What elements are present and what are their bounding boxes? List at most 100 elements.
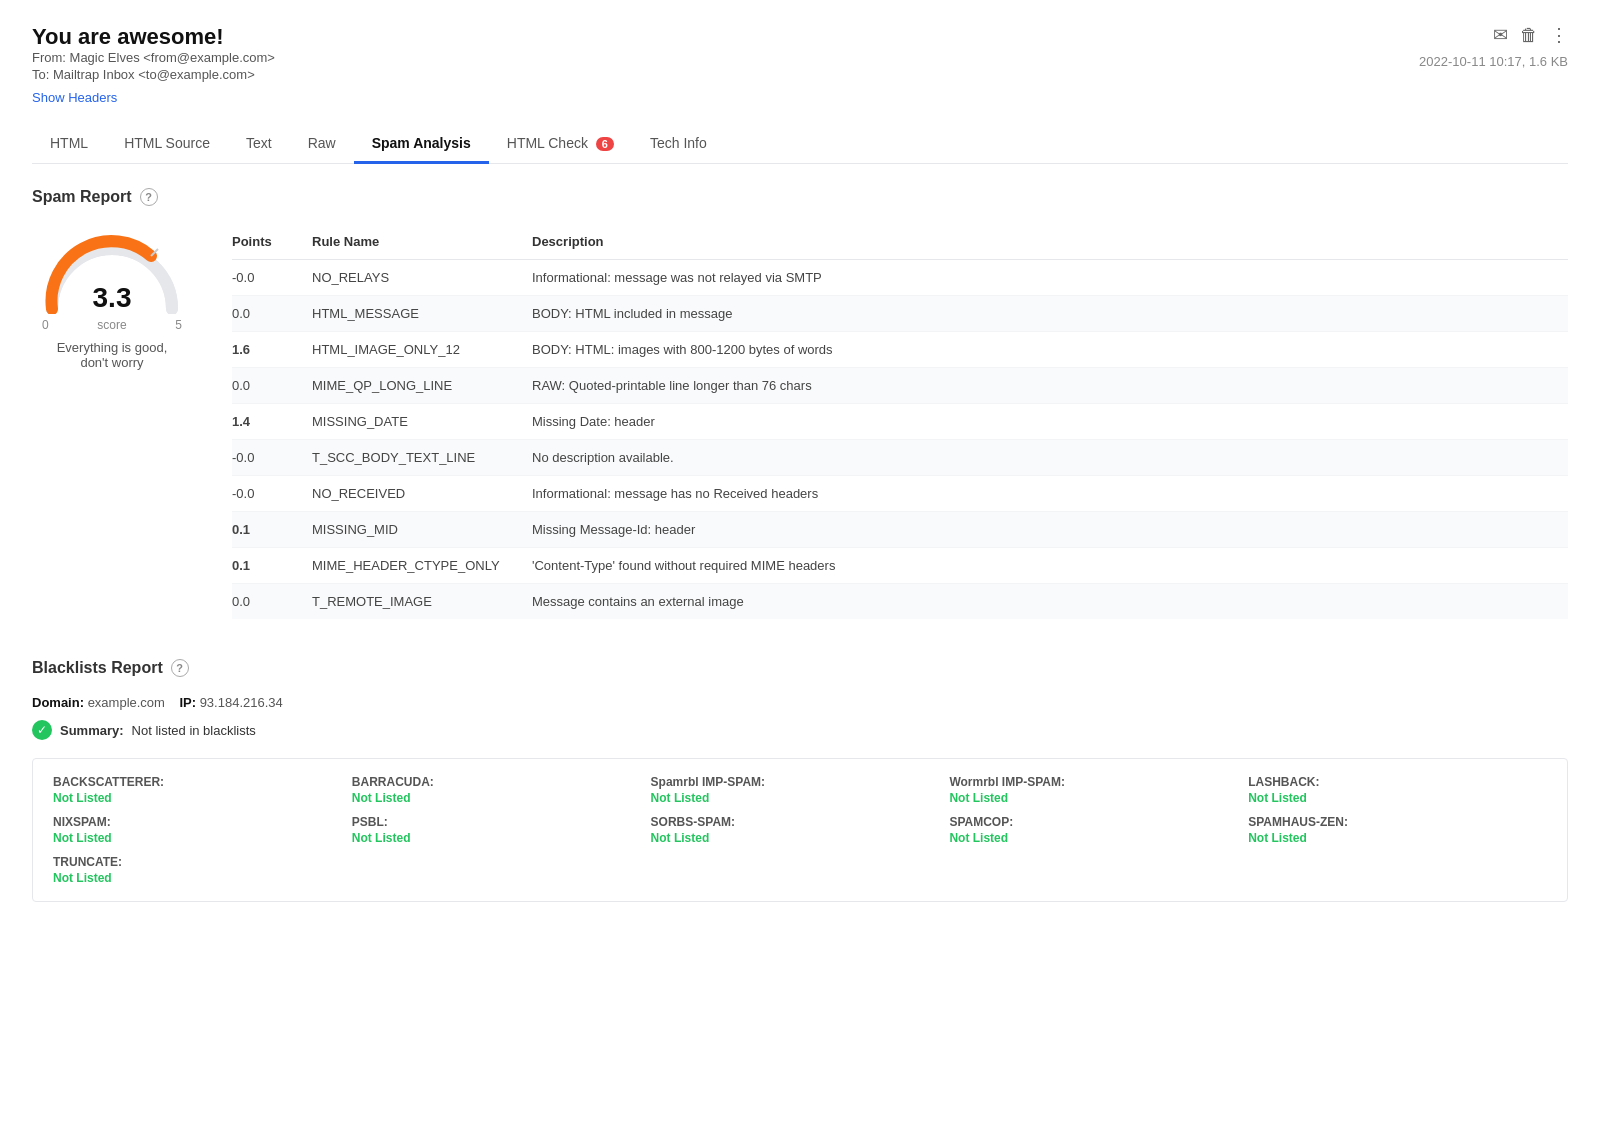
table-row: 0.0HTML_MESSAGEBODY: HTML included in me…: [232, 296, 1568, 332]
spam-report-container: 3.3 0 score 5 Everything is good, don't …: [32, 224, 1568, 619]
blacklist-value: Not Listed: [651, 831, 950, 845]
blacklist-value: Not Listed: [352, 791, 651, 805]
trash-icon[interactable]: 🗑: [1520, 25, 1538, 46]
table-row: 0.1MISSING_MIDMissing Message-Id: header: [232, 512, 1568, 548]
blacklist-item: BARRACUDA: Not Listed: [352, 775, 651, 805]
blacklist-value: Not Listed: [53, 791, 352, 805]
gauge-caption: Everything is good, don't worry: [42, 340, 182, 370]
table-row: 0.0MIME_QP_LONG_LINERAW: Quoted-printabl…: [232, 368, 1568, 404]
cell-points: 1.6: [232, 332, 312, 368]
blacklist-label: NIXSPAM:: [53, 815, 352, 829]
cell-rule: MIME_QP_LONG_LINE: [312, 368, 532, 404]
cell-description: Message contains an external image: [532, 584, 1568, 620]
blacklist-item: Wormrbl IMP-SPAM: Not Listed: [949, 775, 1248, 805]
tab-text[interactable]: Text: [228, 125, 290, 164]
gauge-max: 5: [175, 318, 182, 332]
cell-points: 1.4: [232, 404, 312, 440]
table-row: -0.0NO_RECEIVEDInformational: message ha…: [232, 476, 1568, 512]
email-title: You are awesome!: [32, 24, 275, 50]
cell-points: 0.0: [232, 296, 312, 332]
cell-rule: NO_RECEIVED: [312, 476, 532, 512]
from-field: From: Magic Elves <from@example.com>: [32, 50, 275, 65]
tab-html[interactable]: HTML: [32, 125, 106, 164]
domain-value: example.com: [88, 695, 165, 710]
blacklist-item: Spamrbl IMP-SPAM: Not Listed: [651, 775, 950, 805]
blacklist-grid: BACKSCATTERER:Not ListedBARRACUDA:Not Li…: [32, 758, 1568, 902]
table-row: -0.0NO_RELAYSInformational: message was …: [232, 260, 1568, 296]
blacklist-item: SPAMHAUS-ZEN:Not Listed: [1248, 815, 1547, 845]
col-points: Points: [232, 224, 312, 260]
table-row: -0.0T_SCC_BODY_TEXT_LINENo description a…: [232, 440, 1568, 476]
blacklists-help-icon[interactable]: ?: [171, 659, 189, 677]
gauge-container: 3.3 0 score 5 Everything is good, don't …: [32, 224, 192, 619]
ip-value: 93.184.216.34: [200, 695, 283, 710]
blacklist-label: Spamrbl IMP-SPAM:: [651, 775, 950, 789]
blacklist-value: Not Listed: [53, 871, 352, 885]
col-description: Description: [532, 224, 1568, 260]
table-row: 0.1MIME_HEADER_CTYPE_ONLY'Content-Type' …: [232, 548, 1568, 584]
html-check-badge: 6: [596, 137, 614, 151]
blacklist-label: BARRACUDA:: [352, 775, 651, 789]
spam-report-help-icon[interactable]: ?: [140, 188, 158, 206]
summary-row: ✓ Summary: Not listed in blacklists: [32, 720, 1568, 740]
blacklists-section: Blacklists Report ? Domain: example.com …: [32, 659, 1568, 902]
more-icon[interactable]: ⋮: [1550, 24, 1568, 46]
cell-rule: HTML_MESSAGE: [312, 296, 532, 332]
gauge-min: 0: [42, 318, 49, 332]
cell-description: Informational: message was not relayed v…: [532, 260, 1568, 296]
ip-label: IP:: [179, 695, 196, 710]
cell-description: 'Content-Type' found without required MI…: [532, 548, 1568, 584]
check-circle-icon: ✓: [32, 720, 52, 740]
spam-report-title: Spam Report ?: [32, 188, 1568, 206]
blacklist-value: Not Listed: [1248, 791, 1547, 805]
cell-points: -0.0: [232, 260, 312, 296]
cell-points: -0.0: [232, 440, 312, 476]
blacklist-value: Not Listed: [949, 791, 1248, 805]
cell-description: Missing Message-Id: header: [532, 512, 1568, 548]
blacklist-item: SPAMCOP: Not Listed: [949, 815, 1248, 845]
summary-value: Not listed in blacklists: [132, 723, 256, 738]
cell-points: -0.0: [232, 476, 312, 512]
cell-rule: T_REMOTE_IMAGE: [312, 584, 532, 620]
blacklist-value: Not Listed: [949, 831, 1248, 845]
gauge-labels: 0 score 5: [42, 318, 182, 332]
table-row: 1.6HTML_IMAGE_ONLY_12BODY: HTML: images …: [232, 332, 1568, 368]
domain-label: Domain:: [32, 695, 84, 710]
to-field: To: Mailtrap Inbox <to@example.com>: [32, 67, 275, 82]
cell-points: 0.1: [232, 548, 312, 584]
table-row: 0.0T_REMOTE_IMAGEMessage contains an ext…: [232, 584, 1568, 620]
tabs-bar: HTML HTML Source Text Raw Spam Analysis …: [32, 125, 1568, 164]
gauge-score: 3.3: [93, 282, 132, 314]
gauge-score-label: score: [97, 318, 126, 332]
tab-spam-analysis[interactable]: Spam Analysis: [354, 125, 489, 164]
header-actions: ✉ 🗑 ⋮: [1493, 24, 1568, 46]
blacklist-label: Wormrbl IMP-SPAM:: [949, 775, 1248, 789]
blacklist-value: Not Listed: [651, 791, 950, 805]
table-row: 1.4MISSING_DATEMissing Date: header: [232, 404, 1568, 440]
date-size: 2022-10-11 10:17, 1.6 KB: [1419, 54, 1568, 69]
show-headers-link[interactable]: Show Headers: [32, 90, 117, 105]
blacklist-label: PSBL:: [352, 815, 651, 829]
blacklist-item: TRUNCATE:Not Listed: [53, 855, 352, 885]
cell-rule: MISSING_DATE: [312, 404, 532, 440]
tab-html-source[interactable]: HTML Source: [106, 125, 228, 164]
blacklist-item: LASHBACK: Not Listed: [1248, 775, 1547, 805]
blacklist-label: SORBS-SPAM:: [651, 815, 950, 829]
cell-points: 0.1: [232, 512, 312, 548]
tab-tech-info[interactable]: Tech Info: [632, 125, 725, 164]
mail-icon[interactable]: ✉: [1493, 24, 1508, 46]
tab-html-check[interactable]: HTML Check 6: [489, 125, 632, 164]
email-header: You are awesome! From: Magic Elves <from…: [32, 24, 1568, 105]
tab-raw[interactable]: Raw: [290, 125, 354, 164]
blacklist-label: LASHBACK:: [1248, 775, 1547, 789]
blacklist-item: SORBS-SPAM: Not Listed: [651, 815, 950, 845]
cell-rule: T_SCC_BODY_TEXT_LINE: [312, 440, 532, 476]
col-rule: Rule Name: [312, 224, 532, 260]
cell-rule: MIME_HEADER_CTYPE_ONLY: [312, 548, 532, 584]
cell-description: BODY: HTML included in message: [532, 296, 1568, 332]
cell-rule: NO_RELAYS: [312, 260, 532, 296]
blacklist-value: Not Listed: [352, 831, 651, 845]
blacklists-title: Blacklists Report ?: [32, 659, 1568, 677]
gauge-svg: 3.3: [42, 234, 182, 314]
blacklist-label: SPAMCOP:: [949, 815, 1248, 829]
